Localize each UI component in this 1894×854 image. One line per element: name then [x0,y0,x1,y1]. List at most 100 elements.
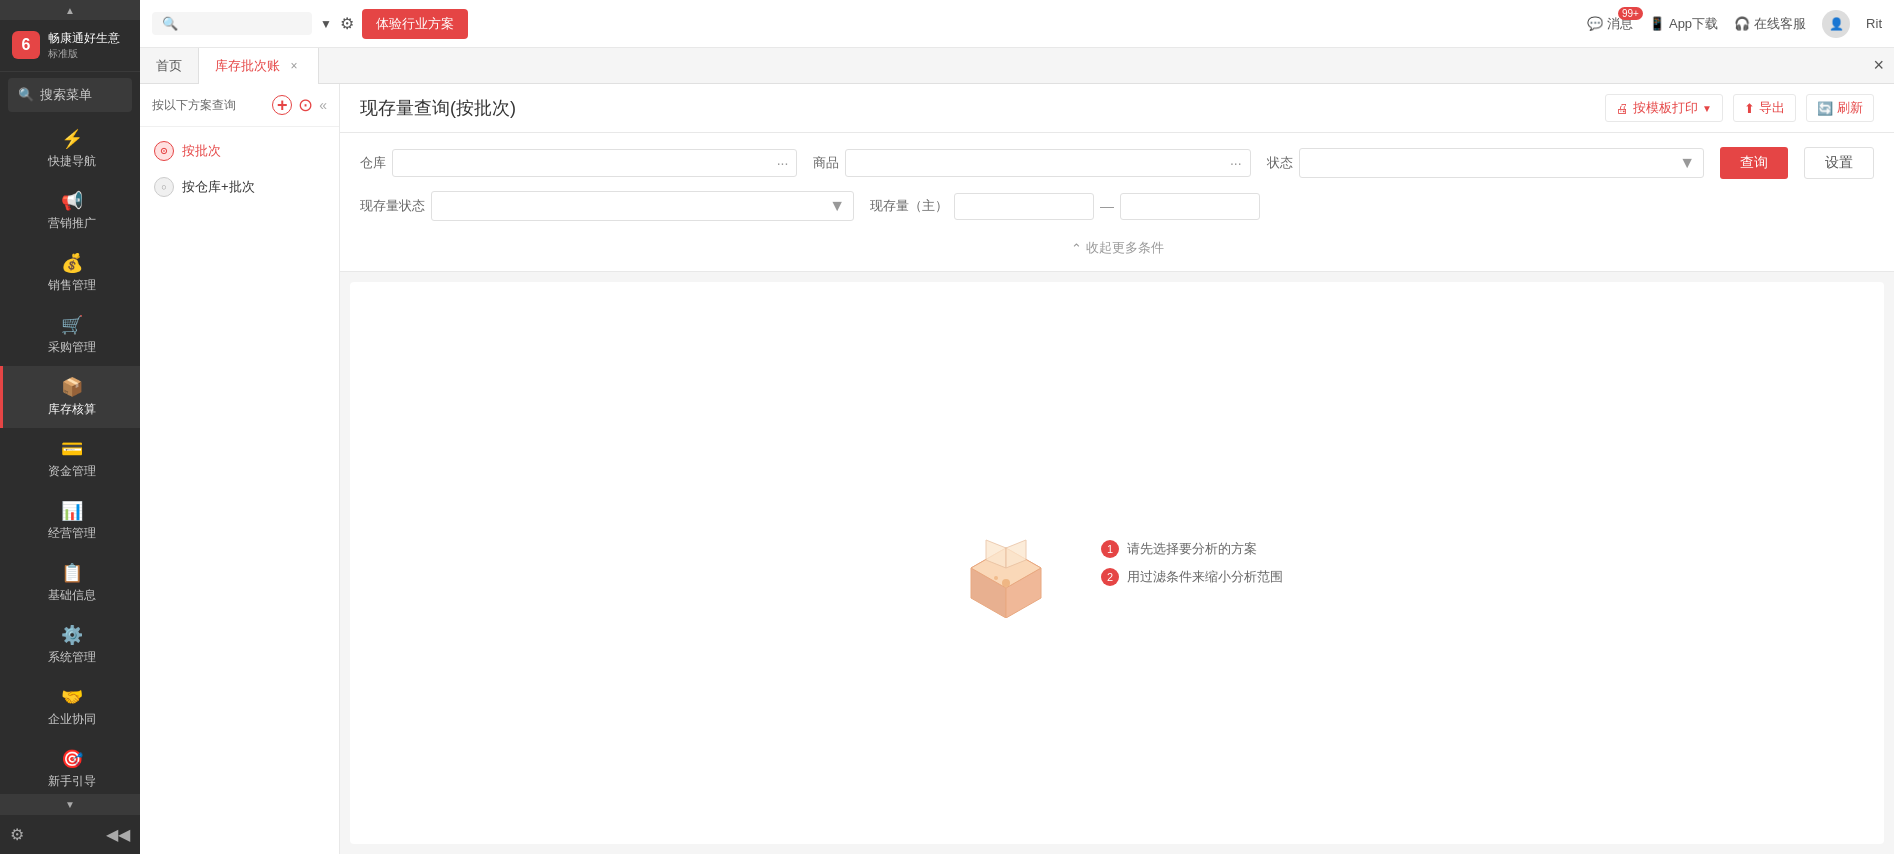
template-print-btn[interactable]: 🖨 按模板打印 ▼ [1605,94,1723,122]
tab-home[interactable]: 首页 [140,48,199,84]
operation-icon: 📊 [61,500,83,522]
search-menu[interactable]: 🔍 搜索菜单 [8,78,132,112]
app-logo: 6 [12,31,40,59]
sidebar-item-collab[interactable]: 🤝 企业协同 [0,676,140,738]
settings-btn[interactable]: 设置 [1804,147,1874,179]
inventory-qty-from[interactable] [954,193,1094,220]
product-dots: ··· [1230,155,1242,171]
sidebar-item-purchase[interactable]: 🛒 采购管理 [0,304,140,366]
scheme-batch-label: 按批次 [182,142,221,160]
finance-label: 资金管理 [48,463,96,480]
main-content: 现存量查询(按批次) 🖨 按模板打印 ▼ ⬆ 导出 🔄 刷新 [340,84,1894,854]
empty-illustration [951,508,1061,618]
marketing-label: 营销推广 [48,215,96,232]
page-title: 现存量查询(按批次) [360,96,516,120]
template-print-label: 按模板打印 [1633,99,1698,117]
topbar-search-box[interactable]: 🔍 [152,12,312,35]
tab-close-icon[interactable]: × [286,58,302,74]
sidebar-item-marketing[interactable]: 📢 营销推广 [0,180,140,242]
product-input[interactable]: ··· [845,149,1250,177]
empty-step-1: 1 请先选择要分析的方案 [1101,540,1283,558]
inventory-qty-to[interactable] [1120,193,1260,220]
refresh-btn[interactable]: 🔄 刷新 [1806,94,1874,122]
sidebar-item-sales[interactable]: 💰 销售管理 [0,242,140,304]
sidebar-scroll-up[interactable]: ▲ [0,0,140,20]
scheme-item-batch[interactable]: ⊙ 按批次 [140,133,339,169]
scheme-active-icon: ⊙ [154,141,174,161]
scheme-item-warehouse-batch[interactable]: ○ 按仓库+批次 [140,169,339,205]
tab-inventory-batch[interactable]: 库存批次账 × [199,48,319,84]
empty-steps: 1 请先选择要分析的方案 2 用过滤条件来缩小分析范围 [1101,540,1283,586]
sidebar-item-system[interactable]: ⚙️ 系统管理 [0,614,140,676]
sales-icon: 💰 [61,252,83,274]
sidebar-item-inventory[interactable]: 📦 库存核算 [0,366,140,428]
system-icon: ⚙️ [61,624,83,646]
warehouse-dots: ··· [777,155,789,171]
svg-point-7 [994,576,998,580]
filter-area: 仓库 ··· 商品 ··· [340,133,1894,272]
scheme-warehouse-batch-label: 按仓库+批次 [182,178,255,196]
scheme-header: 按以下方案查询 + ⊙ « [140,84,339,127]
template-dropdown-icon[interactable]: ▼ [1702,103,1712,114]
scheme-header-label: 按以下方案查询 [152,97,236,114]
guide-label: 新手引导 [48,773,96,790]
sidebar-item-basic[interactable]: 📋 基础信息 [0,552,140,614]
export-btn[interactable]: ⬆ 导出 [1733,94,1796,122]
collapse-sidebar-icon[interactable]: ◀◀ [106,825,130,844]
scheme-settings-icon[interactable]: ⊙ [298,94,313,116]
username: Rit [1866,16,1882,31]
avatar-placeholder: 👤 [1829,17,1844,31]
scheme-header-icons: + ⊙ « [272,94,327,116]
sidebar-footer: ⚙ ◀◀ [0,814,140,854]
sidebar-item-finance[interactable]: 💳 资金管理 [0,428,140,490]
sidebar-item-guide[interactable]: 🎯 新手引导 [0,738,140,794]
purchase-icon: 🛒 [61,314,83,336]
warehouse-input[interactable]: ··· [392,149,797,177]
system-label: 系统管理 [48,649,96,666]
collapse-scheme-icon[interactable]: « [319,97,327,113]
inventory-qty-dash: — [1100,198,1114,214]
app-name: 畅康通好生意 [48,30,120,47]
collab-label: 企业协同 [48,711,96,728]
inventory-icon: 📦 [61,376,83,398]
inventory-status-arrow: ▼ [829,197,845,215]
sidebar-scroll-down[interactable]: ▼ [0,794,140,814]
inventory-status-select[interactable]: ▼ [431,191,854,221]
tab-close-panel-btn[interactable]: × [1863,55,1894,76]
inventory-qty-label: 现存量（主） [870,197,948,215]
main-area: 🔍 ▼ ⚙ 体验行业方案 💬 消息 99+ 📱 App下载 🎧 在线客服 👤 [140,0,1894,854]
topbar-left: 🔍 ▼ ⚙ 体验行业方案 [152,9,1579,39]
inventory-label: 库存核算 [48,401,96,418]
status-select[interactable]: ▼ [1299,148,1704,178]
tabbar: 首页 库存批次账 × × [140,48,1894,84]
refresh-label: 刷新 [1837,99,1863,117]
app-download-btn[interactable]: 📱 App下载 [1649,15,1718,33]
status-filter-group: 状态 ▼ [1267,148,1704,178]
topbar-gear-icon[interactable]: ⚙ [340,14,354,33]
industry-btn[interactable]: 体验行业方案 [362,9,468,39]
empty-step-2: 2 用过滤条件来缩小分析范围 [1101,568,1283,586]
online-service-btn[interactable]: 🎧 在线客服 [1734,15,1806,33]
status-dropdown-icon: ▼ [1679,154,1695,172]
quicknav-icon: ⚡ [61,128,83,150]
search-icon: 🔍 [18,87,34,102]
step-2-label: 用过滤条件来缩小分析范围 [1127,568,1283,586]
topbar-dropdown[interactable]: ▼ [320,17,332,31]
sidebar-header: 6 畅康通好生意 标准版 [0,20,140,72]
step-1-label: 请先选择要分析的方案 [1127,540,1257,558]
query-btn[interactable]: 查询 [1720,147,1788,179]
messages-btn[interactable]: 💬 消息 99+ [1587,15,1633,33]
sidebar-item-quicknav[interactable]: ⚡ 快捷导航 [0,118,140,180]
collapse-more-btn[interactable]: ⌃ 收起更多条件 [360,233,1874,257]
operation-label: 经营管理 [48,525,96,542]
warehouse-label: 仓库 [360,154,386,172]
collapse-label: 收起更多条件 [1086,239,1164,257]
export-label: 导出 [1759,99,1785,117]
warehouse-filter-group: 仓库 ··· [360,149,797,177]
sidebar-item-operation[interactable]: 📊 经营管理 [0,490,140,552]
add-scheme-icon[interactable]: + [272,95,292,115]
product-label: 商品 [813,154,839,172]
basic-icon: 📋 [61,562,83,584]
settings-footer-icon[interactable]: ⚙ [10,825,24,844]
inventory-status-label: 现存量状态 [360,197,425,215]
